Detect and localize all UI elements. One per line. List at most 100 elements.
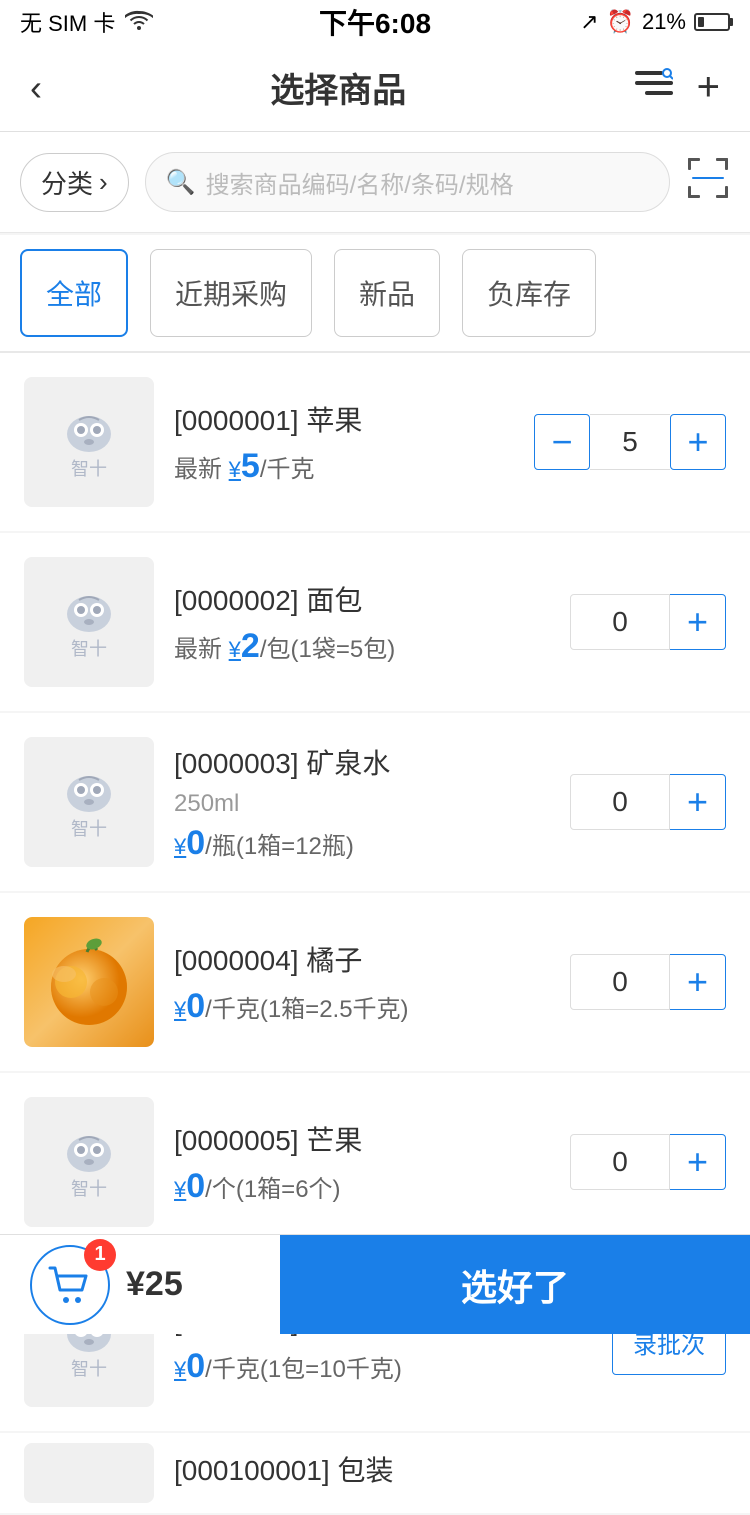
price-value: 0	[186, 1347, 205, 1385]
qty-plus-button[interactable]: +	[670, 594, 726, 650]
tab-new-products[interactable]: 新品	[334, 249, 440, 337]
confirm-button[interactable]: 选好了	[280, 1235, 750, 1334]
price-label: 最新	[174, 636, 222, 663]
price-unit: /包(1袋=5包)	[260, 636, 395, 663]
product-thumbnail	[24, 1443, 154, 1503]
nav-bar: ‹ 选择商品 +	[0, 44, 750, 132]
qty-control: +	[570, 1134, 726, 1190]
qty-control: +	[570, 954, 726, 1010]
bottom-bar: 1 ¥25 选好了	[0, 1234, 750, 1334]
qty-control: − +	[534, 414, 726, 470]
product-spec: 250ml	[174, 790, 550, 818]
qty-plus-button[interactable]: +	[670, 1134, 726, 1190]
product-price: ¥0/千克(1箱=2.5千克)	[174, 987, 550, 1026]
price-unit: /瓶(1箱=12瓶)	[205, 833, 354, 860]
list-item: 智十 [0000005] 芒果 ¥0/个(1箱=6个) +	[0, 1073, 750, 1251]
search-input[interactable]: 搜索商品编码/名称/条码/规格	[206, 165, 514, 200]
price-unit: /个(1箱=6个)	[205, 1176, 340, 1203]
product-name: [0000003] 矿泉水	[174, 742, 550, 782]
qty-input[interactable]	[570, 954, 670, 1010]
product-info: [0000003] 矿泉水 250ml ¥0/瓶(1箱=12瓶)	[174, 742, 550, 863]
list-item: 智十 [0000003] 矿泉水 250ml ¥0/瓶(1箱=12瓶) +	[0, 713, 750, 891]
price-value: 0	[186, 1167, 205, 1205]
qty-plus-button[interactable]: +	[670, 774, 726, 830]
price-value: 5	[241, 447, 260, 485]
search-icon: 🔍	[166, 168, 196, 197]
qty-control: +	[570, 774, 726, 830]
wifi-icon	[125, 8, 153, 36]
location-icon: ↗	[580, 9, 598, 35]
brand-label: 智十	[71, 640, 107, 658]
filter-icon[interactable]	[635, 68, 673, 107]
category-button[interactable]: 分类 ›	[20, 153, 129, 212]
list-item: [000100001] 包装	[0, 1433, 750, 1513]
owl-logo-icon: 智十	[59, 406, 119, 478]
product-info: [000100001] 包装	[174, 1449, 726, 1497]
qty-plus-button[interactable]: +	[670, 414, 726, 470]
category-chevron-icon: ›	[99, 167, 108, 198]
product-price: ¥0/瓶(1箱=12瓶)	[174, 824, 550, 863]
qty-input[interactable]	[570, 1134, 670, 1190]
cart-total: ¥25	[126, 1265, 183, 1304]
qty-plus-button[interactable]: +	[670, 954, 726, 1010]
tab-negative-stock[interactable]: 负库存	[462, 249, 596, 337]
category-label: 分类	[41, 164, 93, 201]
battery-icon	[694, 13, 730, 31]
product-info: [0000004] 橘子 ¥0/千克(1箱=2.5千克)	[174, 939, 550, 1026]
yen-symbol: ¥	[174, 834, 186, 859]
price-value: 0	[186, 987, 205, 1025]
status-bar: 无 SIM 卡 下午6:08 ↗ ⏰ 21%	[0, 0, 750, 44]
cart-badge: 1	[84, 1239, 116, 1271]
product-thumbnail: 智十	[24, 377, 154, 507]
back-button[interactable]: ‹	[30, 67, 42, 109]
product-name: [0000005] 芒果	[174, 1119, 550, 1159]
alarm-icon: ⏰	[607, 9, 634, 35]
product-thumbnail: 智十	[24, 557, 154, 687]
product-name: [000100001] 包装	[174, 1449, 726, 1489]
price-label: 最新	[174, 456, 222, 483]
product-thumbnail: 智十	[24, 1097, 154, 1227]
search-box[interactable]: 🔍 搜索商品编码/名称/条码/规格	[145, 152, 670, 212]
add-icon[interactable]: +	[697, 65, 720, 110]
tab-all[interactable]: 全部	[20, 249, 128, 337]
product-price: ¥0/千克(1包=10千克)	[174, 1347, 592, 1386]
product-price: 最新 ¥5/千克	[174, 447, 514, 486]
qty-input[interactable]	[590, 414, 670, 470]
nav-right-actions: +	[635, 65, 720, 110]
orange-image	[24, 917, 154, 1047]
brand-label: 智十	[71, 820, 107, 838]
yen-symbol: ¥	[174, 1177, 186, 1202]
brand-label: 智十	[71, 460, 107, 478]
yen-symbol: ¥	[174, 997, 186, 1022]
product-info: [0000005] 芒果 ¥0/个(1箱=6个)	[174, 1119, 550, 1206]
list-item: 智十 [0000001] 苹果 最新 ¥5/千克 − +	[0, 353, 750, 531]
list-item: [0000004] 橘子 ¥0/千克(1箱=2.5千克) +	[0, 893, 750, 1071]
scan-icon[interactable]	[686, 156, 730, 209]
product-thumbnail	[24, 917, 154, 1047]
product-price: ¥0/个(1箱=6个)	[174, 1167, 550, 1206]
qty-minus-button[interactable]: −	[534, 414, 590, 470]
status-left: 无 SIM 卡	[20, 6, 153, 38]
price-unit: /千克	[260, 456, 315, 483]
owl-logo-icon: 智十	[59, 586, 119, 658]
yen-symbol: ¥	[229, 457, 241, 482]
tab-recent-purchase[interactable]: 近期采购	[150, 249, 312, 337]
product-name: [0000004] 橘子	[174, 939, 550, 979]
filter-bar: 分类 › 🔍 搜索商品编码/名称/条码/规格	[0, 132, 750, 233]
qty-control: +	[570, 594, 726, 650]
qty-input[interactable]	[570, 594, 670, 650]
battery-level	[698, 17, 704, 27]
product-info: [0000002] 面包 最新 ¥2/包(1袋=5包)	[174, 579, 550, 666]
status-time: 下午6:08	[319, 2, 431, 42]
cart-icon-button[interactable]: 1	[30, 1245, 110, 1325]
product-name: [0000002] 面包	[174, 579, 550, 619]
list-item: 智十 [0000002] 面包 最新 ¥2/包(1袋=5包) +	[0, 533, 750, 711]
brand-label: 智十	[71, 1360, 107, 1378]
yen-symbol: ¥	[229, 637, 241, 662]
product-name: [0000001] 苹果	[174, 399, 514, 439]
page-title: 选择商品	[270, 63, 406, 112]
cart-area: 1 ¥25	[0, 1245, 280, 1325]
owl-logo-icon: 智十	[59, 1126, 119, 1198]
battery-percent: 21%	[642, 9, 686, 35]
qty-input[interactable]	[570, 774, 670, 830]
